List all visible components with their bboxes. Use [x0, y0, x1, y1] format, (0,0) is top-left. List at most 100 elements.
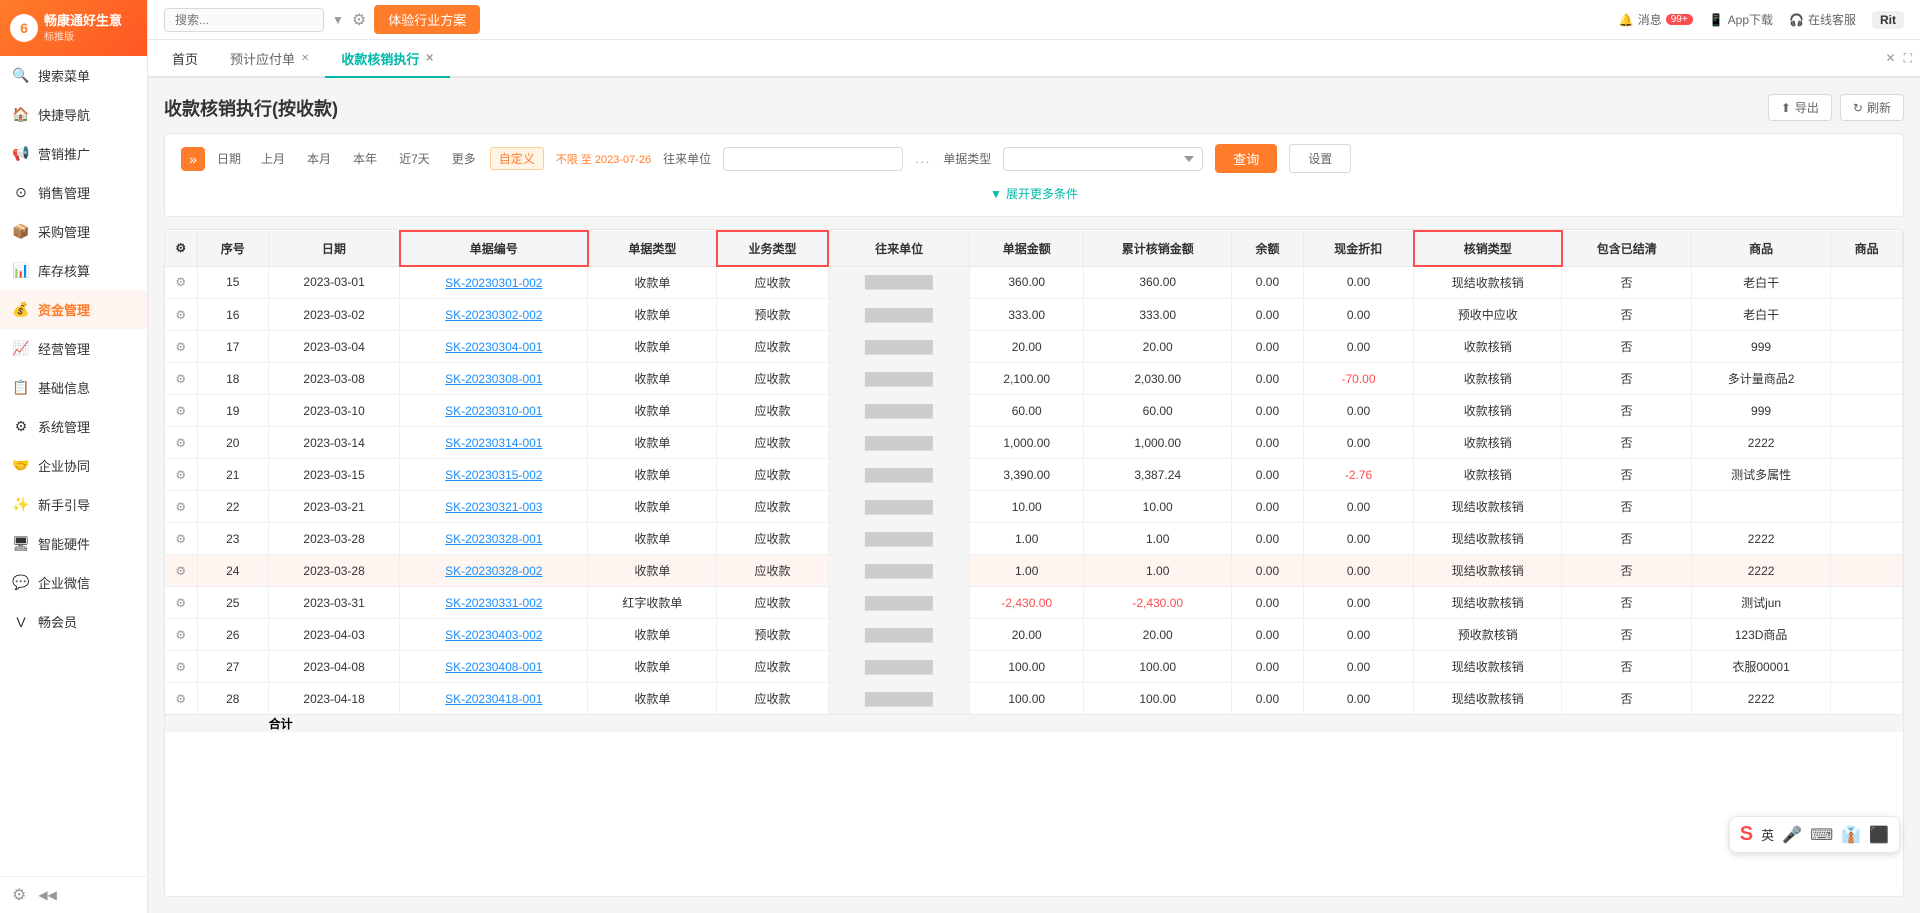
cell-discount: 0.00 [1303, 427, 1414, 459]
sidebar-item-collab[interactable]: 🤝 企业协同 [0, 446, 147, 485]
tab-home[interactable]: 首页 [156, 41, 214, 78]
bell-icon: 🔔 [1619, 13, 1634, 27]
sidebar-item-marketing[interactable]: 📢 营销推广 [0, 134, 147, 173]
settings-filter-button[interactable]: 设置 [1289, 144, 1351, 173]
cell-cancel-type: 现结收款核销 [1414, 491, 1562, 523]
refresh-button[interactable]: ↻ 刷新 [1840, 94, 1904, 121]
cell-doc-no[interactable]: SK-20230331-002 [400, 587, 588, 619]
sidebar-item-search[interactable]: 🔍 搜索菜单 [0, 56, 147, 95]
cell-settings[interactable]: ⚙ [165, 395, 197, 427]
cell-balance: 0.00 [1232, 331, 1304, 363]
hardware-icon: 🖥 [12, 535, 30, 553]
float-shirt-icon[interactable]: 👔 [1841, 825, 1861, 845]
cell-doc-no[interactable]: SK-20230310-001 [400, 395, 588, 427]
export-button[interactable]: ⬆ 导出 [1768, 94, 1832, 121]
settings-col-icon[interactable]: ⚙ [175, 241, 186, 255]
cell-settings[interactable]: ⚙ [165, 651, 197, 683]
sidebar-settings-icon[interactable]: ⚙ [12, 885, 26, 905]
cell-settings[interactable]: ⚙ [165, 363, 197, 395]
float-keyboard-icon[interactable]: ⌨ [1810, 825, 1833, 845]
cell-doc-no[interactable]: SK-20230301-002 [400, 266, 588, 299]
sidebar-item-wechat[interactable]: 💬 企业微信 [0, 563, 147, 602]
cell-doc-no[interactable]: SK-20230314-001 [400, 427, 588, 459]
cell-biz-type: 应收款 [717, 683, 828, 715]
date-btn-custom[interactable]: 自定义 [490, 147, 544, 170]
sidebar-collapse-icon[interactable]: ◀◀ [38, 888, 56, 902]
sidebar-item-member[interactable]: V 畅会员 [0, 602, 147, 641]
date-btn-7days[interactable]: 近7天 [391, 148, 438, 169]
cell-doc-no[interactable]: SK-20230403-002 [400, 619, 588, 651]
cell-partner: ████████ [828, 651, 970, 683]
table-footer-row: 合计 [165, 715, 1903, 733]
expand-icon[interactable]: ⛶ [1904, 51, 1912, 66]
table-row: ⚙ 25 2023-03-31 SK-20230331-002 红字收款单 应收… [165, 587, 1903, 619]
sidebar-item-operations[interactable]: 📈 经营管理 [0, 329, 147, 368]
sidebar-item-hardware[interactable]: 🖥 智能硬件 [0, 524, 147, 563]
sidebar-item-basic[interactable]: 📋 基础信息 [0, 368, 147, 407]
cell-doc-no[interactable]: SK-20230308-001 [400, 363, 588, 395]
float-mic-icon[interactable]: 🎤 [1782, 825, 1802, 845]
sidebar-item-inventory[interactable]: 📊 库存核算 [0, 251, 147, 290]
cell-settings[interactable]: ⚙ [165, 427, 197, 459]
dropdown-icon[interactable]: ▼ [332, 13, 344, 27]
notifications-item[interactable]: 🔔 消息 99+ [1619, 11, 1693, 28]
cell-doc-no[interactable]: SK-20230328-001 [400, 523, 588, 555]
cell-settings[interactable]: ⚙ [165, 491, 197, 523]
cell-settings[interactable]: ⚙ [165, 683, 197, 715]
sidebar-item-quicknav[interactable]: 🏠 快捷导航 [0, 95, 147, 134]
cell-settings[interactable]: ⚙ [165, 299, 197, 331]
cell-amount: 2,100.00 [970, 363, 1084, 395]
cell-date: 2023-03-01 [269, 266, 400, 299]
cell-settings[interactable]: ⚙ [165, 523, 197, 555]
tab-collection[interactable]: 收款核销执行 ✕ [325, 41, 449, 78]
search-input[interactable] [164, 8, 324, 32]
sidebar-item-label: 基础信息 [38, 378, 90, 397]
sidebar-item-finance[interactable]: 💰 资金管理 [0, 290, 147, 329]
cell-settings[interactable]: ⚙ [165, 459, 197, 491]
filter-expand-btn[interactable]: » [181, 147, 205, 171]
float-grid-icon[interactable]: ⬛ [1869, 825, 1889, 845]
cell-doc-no[interactable]: SK-20230408-001 [400, 651, 588, 683]
gear-icon[interactable]: ⚙ [352, 10, 366, 30]
cell-settings[interactable]: ⚙ [165, 587, 197, 619]
sidebar-item-purchase[interactable]: 📦 采购管理 [0, 212, 147, 251]
app-download-item[interactable]: 📱 App下载 [1709, 11, 1773, 28]
cell-biz-type: 应收款 [717, 555, 828, 587]
cell-settings[interactable]: ⚙ [165, 266, 197, 299]
user-avatar[interactable]: Rit [1872, 11, 1904, 29]
solution-button[interactable]: 体验行业方案 [374, 5, 480, 34]
cell-product2 [1831, 651, 1903, 683]
cell-doc-no[interactable]: SK-20230315-002 [400, 459, 588, 491]
cell-amount: 1.00 [970, 523, 1084, 555]
tab-collection-close[interactable]: ✕ [425, 53, 433, 64]
date-btn-this-year[interactable]: 本年 [345, 148, 385, 169]
cell-doc-no[interactable]: SK-20230418-001 [400, 683, 588, 715]
cell-doc-no[interactable]: SK-20230321-003 [400, 491, 588, 523]
sidebar-item-guide[interactable]: ✨ 新手引导 [0, 485, 147, 524]
customer-service-item[interactable]: 🎧 在线客服 [1789, 11, 1856, 28]
date-btn-last-month[interactable]: 上月 [253, 148, 293, 169]
logo-icon: 6 [10, 14, 38, 42]
date-btn-more[interactable]: 更多 [444, 148, 484, 169]
filter-expand-row: ▼ 展开更多条件 [181, 181, 1887, 206]
partner-input[interactable] [723, 147, 903, 171]
date-btn-this-month[interactable]: 本月 [299, 148, 339, 169]
cell-balance: 0.00 [1232, 523, 1304, 555]
cell-settings[interactable]: ⚙ [165, 331, 197, 363]
sidebar-item-system[interactable]: ⚙ 系统管理 [0, 407, 147, 446]
th-settings[interactable]: ⚙ [165, 231, 197, 266]
doc-type-select[interactable] [1003, 147, 1203, 171]
cell-doc-no[interactable]: SK-20230302-002 [400, 299, 588, 331]
cell-doc-no[interactable]: SK-20230328-002 [400, 555, 588, 587]
query-button[interactable]: 查询 [1215, 144, 1277, 173]
tab-prepay[interactable]: 预计应付单 ✕ [214, 41, 325, 78]
tab-prepay-close[interactable]: ✕ [301, 53, 309, 64]
expand-more-button[interactable]: ▼ 展开更多条件 [982, 181, 1086, 206]
cell-settings[interactable]: ⚙ [165, 619, 197, 651]
sidebar-item-sales[interactable]: ⊙ 销售管理 [0, 173, 147, 212]
th-balance: 余额 [1232, 231, 1304, 266]
cell-partner: ████████ [828, 683, 970, 715]
cell-doc-no[interactable]: SK-20230304-001 [400, 331, 588, 363]
cell-settings[interactable]: ⚙ [165, 555, 197, 587]
close-icon[interactable]: ✕ [1886, 51, 1896, 65]
